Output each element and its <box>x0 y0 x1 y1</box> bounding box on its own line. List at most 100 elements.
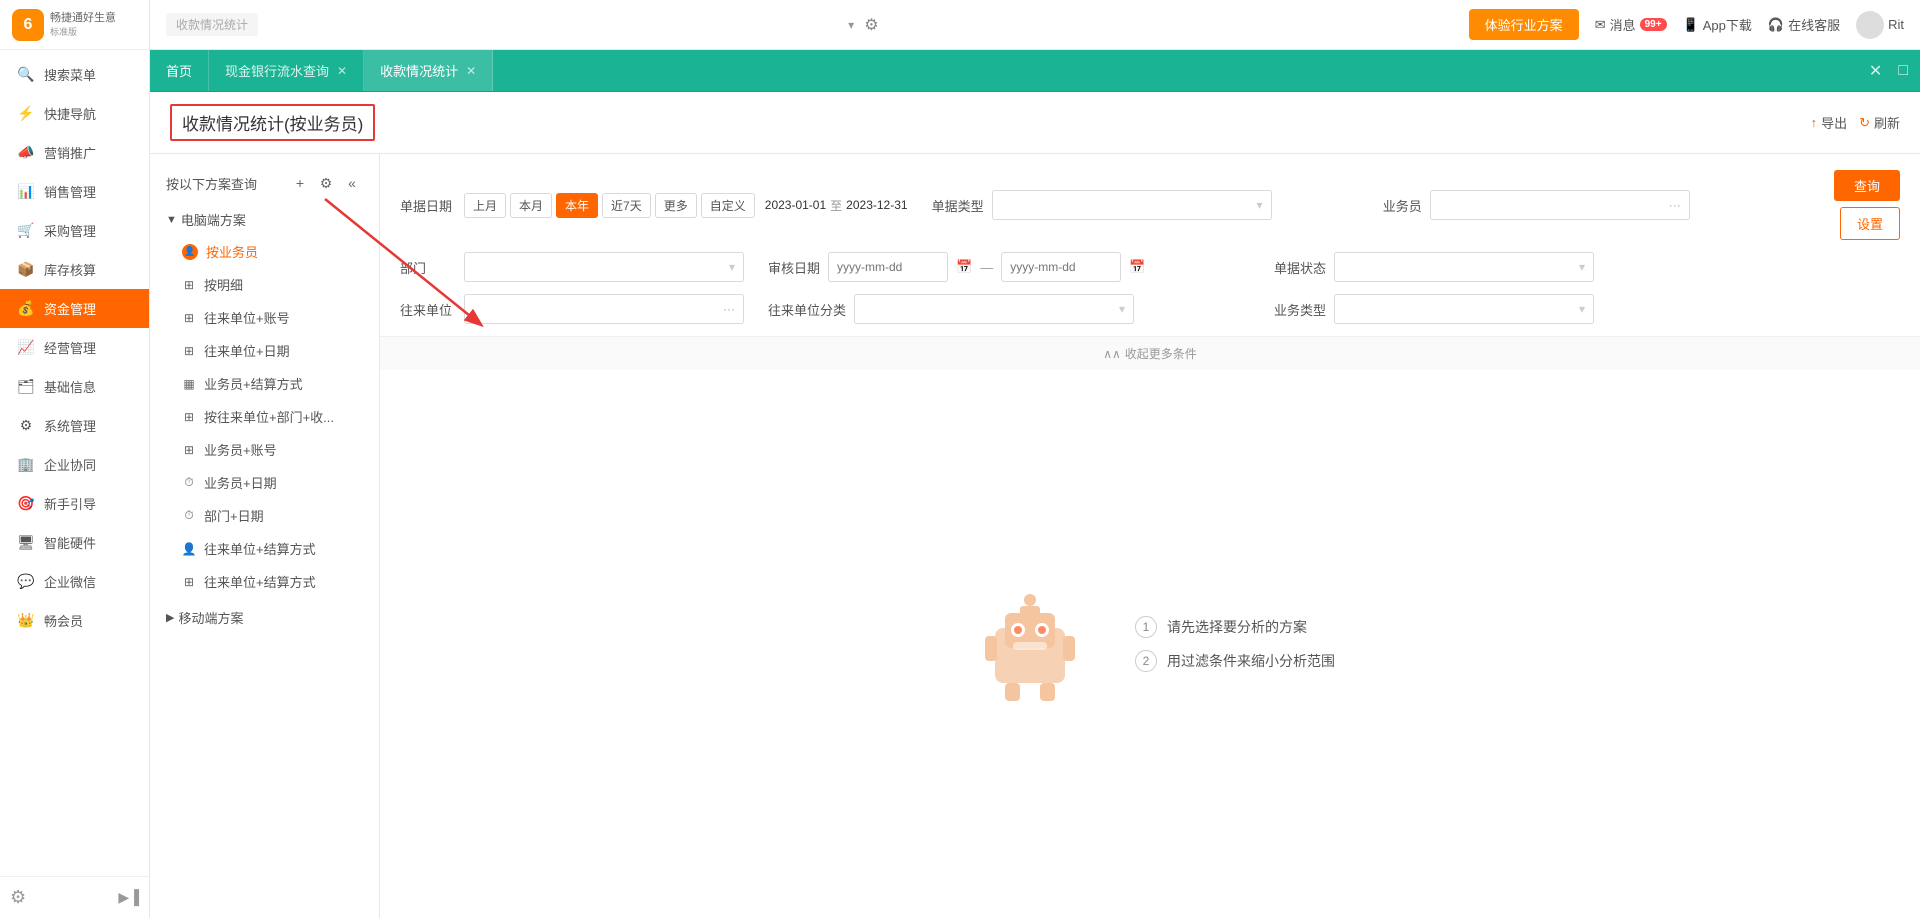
sidebar-item-label: 企业协同 <box>44 455 96 474</box>
tab-close-icon[interactable]: ✕ <box>337 64 347 78</box>
dropdown-arrow-icon: ▾ <box>1257 198 1263 212</box>
sidebar-item-guide[interactable]: 🎯 新手引导 <box>0 484 149 523</box>
date-label: 单据日期 <box>400 196 456 215</box>
review-date-to[interactable] <box>1001 252 1121 282</box>
table6-icon: ⊞ <box>182 575 196 589</box>
scheme-item-by-staff-account[interactable]: ⊞ 业务员+账号 <box>150 433 379 466</box>
sidebar-item-business[interactable]: 📈 经营管理 <box>0 328 149 367</box>
scheme-group-desktop-header[interactable]: ▼ 电脑端方案 <box>150 204 379 235</box>
date-btn-this-month[interactable]: 本月 <box>510 193 552 218</box>
scheme-item-by-unit-date[interactable]: ⊞ 往来单位+日期 <box>150 334 379 367</box>
sidebar-item-system[interactable]: ⚙ 系统管理 <box>0 406 149 445</box>
notification-btn[interactable]: ✉ 消息 99+ <box>1595 15 1667 34</box>
gear-icon[interactable]: ⚙ <box>864 15 878 35</box>
tab-receipt-stat[interactable]: 收款情况统计 ✕ <box>364 50 493 91</box>
scheme-item-by-detail[interactable]: ⊞ 按明细 <box>150 268 379 301</box>
online-service-btn[interactable]: 🎧 在线客服 <box>1768 15 1840 34</box>
scheme-panel-title: 按以下方案查询 <box>166 174 257 193</box>
tab-close-window-btn[interactable]: ✕ <box>1865 57 1886 85</box>
export-btn[interactable]: ↑ 导出 <box>1811 113 1848 132</box>
clock-icon: ⏱ <box>182 476 196 490</box>
sidebar-item-sales[interactable]: 📊 销售管理 <box>0 172 149 211</box>
headset-icon: 🎧 <box>1768 17 1784 33</box>
filter-business-type: 业务类型 ▾ <box>1274 294 1756 324</box>
settings-button[interactable]: 设置 <box>1840 207 1900 240</box>
calendar2-icon[interactable]: 📅 <box>1129 259 1145 275</box>
trial-button[interactable]: 体验行业方案 <box>1469 9 1579 40</box>
sidebar-item-finance[interactable]: 💰 资金管理 <box>0 289 149 328</box>
sidebar-item-search[interactable]: 🔍 搜索菜单 <box>0 55 149 94</box>
sidebar-item-purchase[interactable]: 🛒 采购管理 <box>0 211 149 250</box>
bill-type-dropdown[interactable]: ▾ <box>992 190 1272 220</box>
refresh-btn[interactable]: ↻ 刷新 <box>1859 113 1900 132</box>
bill-status-dropdown[interactable]: ▾ <box>1334 252 1594 282</box>
date-from-value: 2023-01-01 <box>765 198 826 212</box>
sidebar-item-basic[interactable]: 🗂 基础信息 <box>0 367 149 406</box>
app-download-btn[interactable]: 📱 App下载 <box>1683 15 1752 34</box>
tab-close-active-icon[interactable]: ✕ <box>466 64 476 78</box>
review-date-from[interactable] <box>828 252 948 282</box>
scheme-item-by-unit-date-label: 往来单位+日期 <box>204 341 290 360</box>
scheme-add-btn[interactable]: + <box>289 172 311 194</box>
business-type-dropdown[interactable]: ▾ <box>1334 294 1594 324</box>
staff-dropdown[interactable]: ··· <box>1430 190 1690 220</box>
staff-more-icon[interactable]: ··· <box>1669 198 1681 212</box>
dept-dropdown[interactable]: ▾ <box>464 252 744 282</box>
scheme-collapse-btn[interactable]: « <box>341 172 363 194</box>
step-num-1: 1 <box>1135 616 1157 638</box>
sidebar-item-wechat[interactable]: 💬 企业微信 <box>0 562 149 601</box>
scheme-settings-btn[interactable]: ⚙ <box>315 172 337 194</box>
counterpart-dropdown[interactable]: ··· <box>464 294 744 324</box>
scheme-item-by-staff-settle[interactable]: ▦ 业务员+结算方式 <box>150 367 379 400</box>
scheme-group-mobile-header[interactable]: ▶ 移动端方案 <box>150 602 379 633</box>
scheme-item-by-unit-account[interactable]: ⊞ 往来单位+账号 <box>150 301 379 334</box>
date-btn-last-month[interactable]: 上月 <box>464 193 506 218</box>
scheme-item-by-staff-label: 按业务员 <box>206 242 258 261</box>
scheme-item-by-unit-settle1[interactable]: 👤 往来单位+结算方式 <box>150 532 379 565</box>
user-avatar[interactable]: Rit <box>1856 11 1904 39</box>
tab-home[interactable]: 首页 <box>150 50 209 91</box>
empty-step-1: 1 请先选择要分析的方案 <box>1135 616 1335 638</box>
sidebar-item-quick-nav[interactable]: ⚡ 快捷导航 <box>0 94 149 133</box>
scheme-item-by-staff[interactable]: 👤 按业务员 <box>150 235 379 268</box>
table3-icon: ⊞ <box>182 344 196 358</box>
table-icon: ⊞ <box>182 278 196 292</box>
date-btn-7days[interactable]: 近7天 <box>602 193 651 218</box>
tab-maximize-btn[interactable]: □ <box>1894 58 1912 84</box>
enterprise-icon: 🏢 <box>16 456 36 473</box>
date-btn-more[interactable]: 更多 <box>655 193 697 218</box>
sidebar-item-inventory[interactable]: 📦 库存核算 <box>0 250 149 289</box>
notification-label: 消息 <box>1610 15 1636 34</box>
collapse-bar[interactable]: ∧∧ 收起更多条件 <box>380 336 1920 370</box>
date-btn-custom[interactable]: 自定义 <box>701 193 755 218</box>
scheme-item-by-staff-account-label: 业务员+账号 <box>204 440 277 459</box>
sidebar-item-enterprise[interactable]: 🏢 企业协同 <box>0 445 149 484</box>
bar-icon: ▦ <box>182 377 196 391</box>
sidebar-item-label: 系统管理 <box>44 416 96 435</box>
expand-icon[interactable]: ▶▐ <box>118 889 139 906</box>
scheme-item-by-unit-dept-recv[interactable]: ⊞ 按往来单位+部门+收... <box>150 400 379 433</box>
scheme-item-by-staff-date[interactable]: ⏱ 业务员+日期 <box>150 466 379 499</box>
scheme-group-desktop-label: 电脑端方案 <box>181 210 246 229</box>
scheme-item-by-dept-date[interactable]: ⏱ 部门+日期 <box>150 499 379 532</box>
sidebar-item-marketing[interactable]: 📣 营销推广 <box>0 133 149 172</box>
filter-counterpart: 往来单位 ··· <box>400 294 744 324</box>
date-shortcuts: 上月 本月 本年 近7天 更多 自定义 2023-01-01 至 2023-12… <box>464 193 908 218</box>
counterpart-category-dropdown[interactable]: ▾ <box>854 294 1134 324</box>
scheme-item-by-unit-settle2[interactable]: ⊞ 往来单位+结算方式 <box>150 565 379 598</box>
calendar-icon[interactable]: 📅 <box>956 259 972 275</box>
counterpart-label: 往来单位 <box>400 300 456 319</box>
counterpart-more-icon[interactable]: ··· <box>723 302 735 316</box>
dropdown-arrow-icon[interactable]: ▾ <box>848 18 854 32</box>
avatar-image <box>1856 11 1884 39</box>
empty-state: 1 请先选择要分析的方案 2 用过滤条件来缩小分析范围 <box>380 370 1920 918</box>
query-button[interactable]: 查询 <box>1834 170 1900 201</box>
sidebar-item-hardware[interactable]: 🖥 智能硬件 <box>0 523 149 562</box>
tab-bank-flow[interactable]: 现金银行流水查询 ✕ <box>209 50 364 91</box>
sidebar-item-member[interactable]: 👑 畅会员 <box>0 601 149 640</box>
app-download-label: App下载 <box>1703 15 1752 34</box>
sales-icon: 📊 <box>16 183 36 200</box>
hardware-icon: 🖥 <box>16 534 36 551</box>
date-btn-this-year[interactable]: 本年 <box>556 193 598 218</box>
settings-icon[interactable]: ⚙ <box>10 887 26 908</box>
